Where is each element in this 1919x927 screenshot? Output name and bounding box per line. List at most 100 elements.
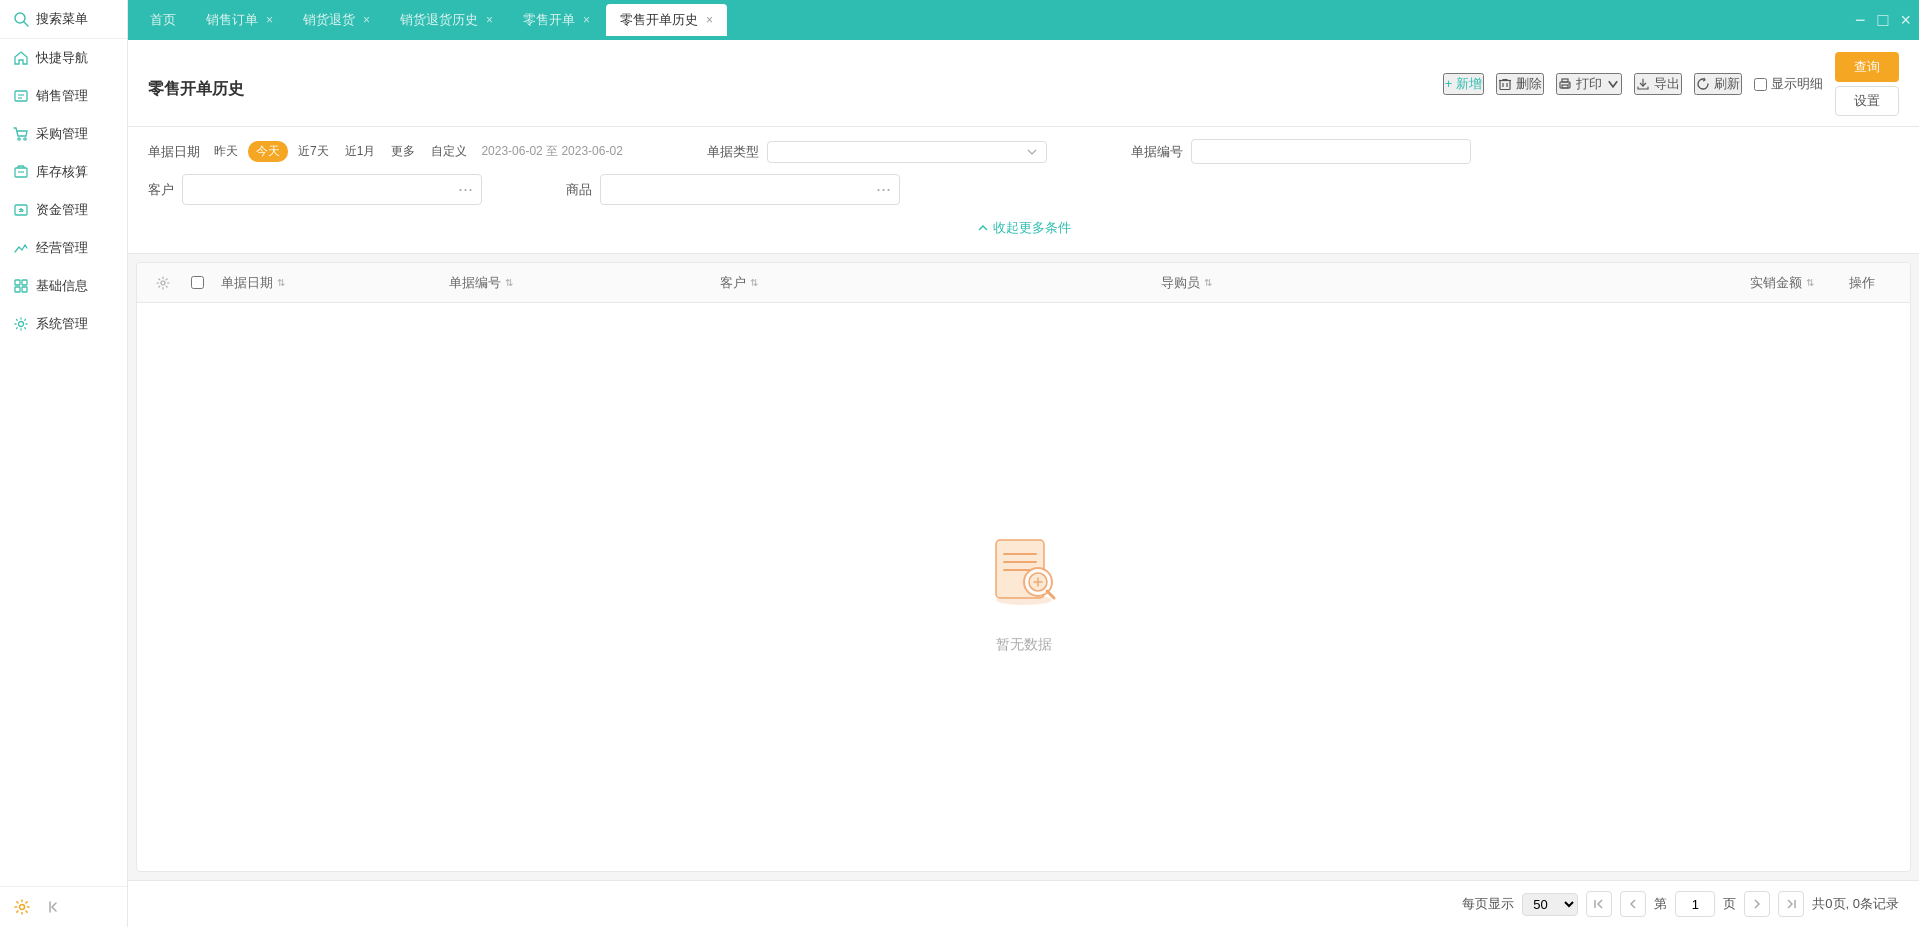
tab-retail-open-close[interactable]: × — [583, 13, 590, 27]
tab-minimize-icon[interactable]: − — [1855, 10, 1866, 31]
settings-label: 设置 — [1854, 93, 1880, 108]
export-button[interactable]: 导出 — [1634, 73, 1682, 95]
page-number-input[interactable] — [1675, 891, 1715, 917]
search-icon — [12, 10, 30, 28]
filter-no-input[interactable] — [1191, 139, 1471, 164]
print-label: 打印 — [1576, 75, 1602, 93]
sidebar-item-label-purchase: 采购管理 — [36, 125, 88, 143]
delete-label: 删除 — [1516, 75, 1542, 93]
th-amount[interactable]: 实销金额 ⇅ — [1594, 274, 1822, 292]
date-btn-1month[interactable]: 近1月 — [339, 141, 382, 162]
total-text: 共0页, 0条记录 — [1812, 895, 1899, 913]
tab-sales-order-close[interactable]: × — [266, 13, 273, 27]
tab-maximize-icon[interactable]: □ — [1878, 10, 1889, 31]
date-btn-yesterday[interactable]: 昨天 — [208, 141, 244, 162]
filter-customer-select[interactable]: ··· — [182, 174, 482, 205]
tab-retail-open-history[interactable]: 零售开单历史 × — [606, 4, 727, 36]
sidebar-item-operation[interactable]: 经营管理 — [0, 229, 127, 267]
th-customer-label: 客户 — [720, 274, 746, 292]
tab-window-close-icon[interactable]: × — [1900, 10, 1911, 31]
filter-no: 单据编号 — [1131, 139, 1471, 164]
th-date[interactable]: 单据日期 ⇅ — [213, 274, 441, 292]
page-label-suffix: 页 — [1723, 895, 1736, 913]
add-label: + 新增 — [1445, 75, 1482, 93]
select-all-checkbox[interactable] — [191, 276, 204, 289]
empty-state: 暂无数据 — [137, 303, 1910, 871]
th-no[interactable]: 单据编号 ⇅ — [441, 274, 712, 292]
sidebar-item-sales-mgmt[interactable]: 销售管理 — [0, 77, 127, 115]
settings-gear-icon[interactable] — [12, 897, 32, 917]
pagination: 每页显示 50 100 200 第 页 — [128, 880, 1919, 927]
date-btn-7days[interactable]: 近7天 — [292, 141, 335, 162]
collapse-more-btn[interactable]: 收起更多条件 — [148, 215, 1899, 241]
sidebar-item-basic-info[interactable]: 基础信息 — [0, 267, 127, 305]
sidebar-item-quick-nav[interactable]: 快捷导航 — [0, 39, 127, 77]
query-button[interactable]: 查询 — [1835, 52, 1899, 82]
filter-row-2: 客户 ··· 商品 ··· — [148, 174, 1899, 205]
tab-sales-return-close[interactable]: × — [363, 13, 370, 27]
sidebar-item-inventory[interactable]: 库存核算 — [0, 153, 127, 191]
delete-button[interactable]: 删除 — [1496, 73, 1544, 95]
table-settings-icon — [155, 275, 171, 291]
tab-retail-open-history-label: 零售开单历史 — [620, 11, 698, 29]
date-btn-custom[interactable]: 自定义 — [425, 141, 473, 162]
display-detail-checkbox[interactable]: 显示明细 — [1754, 75, 1823, 93]
settings-button[interactable]: 设置 — [1835, 86, 1899, 116]
page-last-icon — [1785, 898, 1797, 910]
filter-customer-dots: ··· — [458, 179, 473, 200]
per-page-select[interactable]: 50 100 200 — [1522, 893, 1578, 916]
home-icon — [12, 49, 30, 67]
refresh-icon — [1696, 77, 1710, 91]
th-guide[interactable]: 导购员 ⇅ — [1153, 274, 1381, 292]
filter-goods-select[interactable]: ··· — [600, 174, 900, 205]
print-button[interactable]: 打印 — [1556, 73, 1622, 95]
page-first-btn[interactable] — [1586, 891, 1612, 917]
tab-home[interactable]: 首页 — [136, 4, 190, 36]
date-btn-today[interactable]: 今天 — [248, 141, 288, 162]
th-settings[interactable] — [145, 275, 181, 291]
collapse-sidebar-icon[interactable] — [44, 897, 64, 917]
sidebar-item-purchase-mgmt[interactable]: 采购管理 — [0, 115, 127, 153]
filter-type: 单据类型 — [707, 141, 1047, 163]
th-no-label: 单据编号 — [449, 274, 501, 292]
toolbar: + 新增 删除 — [1443, 52, 1899, 126]
filter-customer: 客户 ··· — [148, 174, 482, 205]
sidebar-item-finance[interactable]: 资金管理 — [0, 191, 127, 229]
th-amount-sort-icon: ⇅ — [1806, 277, 1814, 288]
page-next-btn[interactable] — [1744, 891, 1770, 917]
th-customer[interactable]: 客户 ⇅ — [712, 274, 1153, 292]
page-header: 零售开单历史 + 新增 删除 — [128, 40, 1919, 127]
svg-rect-12 — [15, 287, 20, 292]
tab-sales-return-history-close[interactable]: × — [486, 13, 493, 27]
filter-type-select[interactable] — [767, 141, 1047, 163]
sidebar-search[interactable]: 搜索菜单 — [0, 0, 127, 39]
page-first-icon — [1593, 898, 1605, 910]
th-action: 操作 — [1822, 274, 1902, 292]
tab-retail-open[interactable]: 零售开单 × — [509, 4, 604, 36]
filter-goods-label: 商品 — [566, 181, 592, 199]
sidebar-item-system[interactable]: 系统管理 — [0, 305, 127, 343]
empty-text: 暂无数据 — [996, 636, 1052, 654]
tabs-right-actions: − □ × — [1855, 10, 1911, 31]
date-btn-more[interactable]: 更多 — [385, 141, 421, 162]
collapse-icon — [977, 222, 989, 234]
page-next-icon — [1751, 898, 1763, 910]
filter-date-label: 单据日期 — [148, 143, 200, 161]
display-detail-input[interactable] — [1754, 78, 1767, 91]
tab-sales-return-history[interactable]: 销货退货历史 × — [386, 4, 507, 36]
refresh-button[interactable]: 刷新 — [1694, 73, 1742, 95]
tab-sales-order-label: 销售订单 — [206, 11, 258, 29]
tab-sales-return[interactable]: 销货退货 × — [289, 4, 384, 36]
th-checkbox[interactable] — [181, 276, 213, 289]
tab-retail-open-history-close[interactable]: × — [706, 13, 713, 27]
page-prev-btn[interactable] — [1620, 891, 1646, 917]
tab-sales-order[interactable]: 销售订单 × — [192, 4, 287, 36]
th-action-label: 操作 — [1849, 274, 1875, 292]
empty-svg — [974, 520, 1074, 620]
page-last-btn[interactable] — [1778, 891, 1804, 917]
add-button[interactable]: + 新增 — [1443, 73, 1484, 95]
svg-point-14 — [19, 322, 24, 327]
operation-icon — [12, 239, 30, 257]
date-options: 昨天 今天 近7天 近1月 更多 自定义 — [208, 141, 473, 162]
sidebar-item-label-quick-nav: 快捷导航 — [36, 49, 88, 67]
